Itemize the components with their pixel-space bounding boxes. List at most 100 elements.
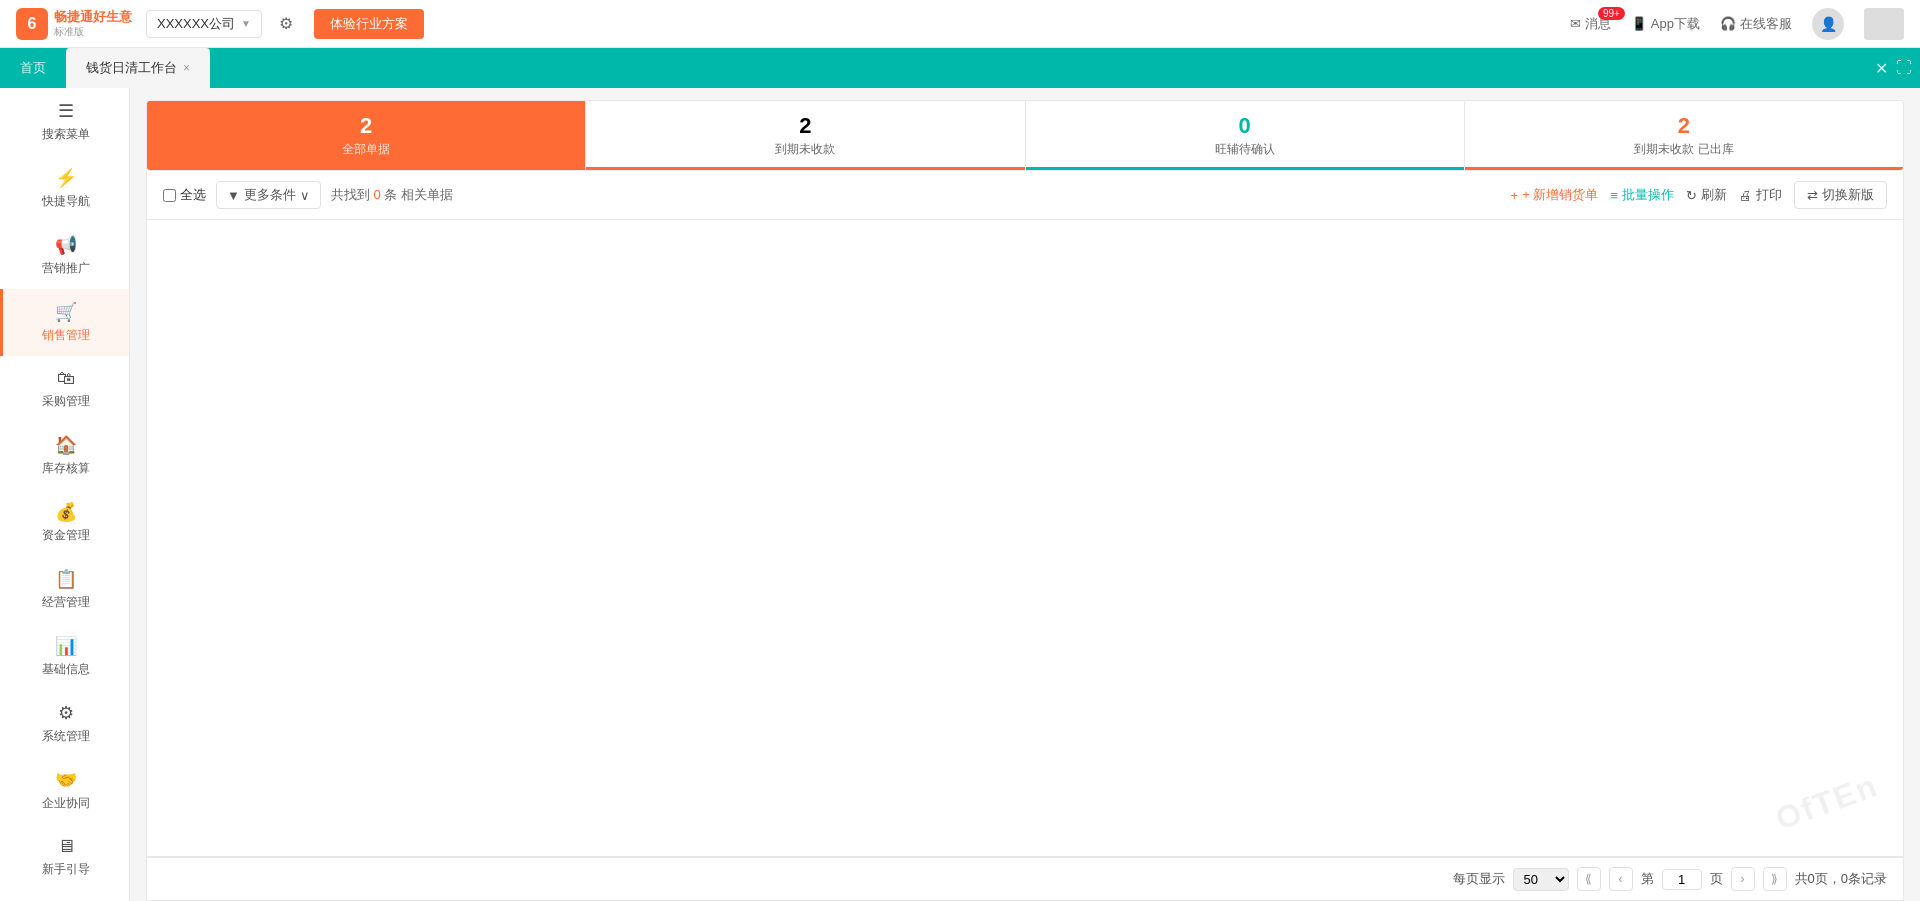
logo-main-text: 畅捷通好生意 [54, 9, 132, 26]
settings-icon[interactable]: ⚙ [270, 8, 302, 40]
sidebar-label-marketing: 营销推广 [42, 260, 90, 277]
logo-icon: 6 [16, 8, 48, 40]
select-all-input[interactable] [163, 189, 176, 202]
sidebar-item-sales[interactable]: 🛒 销售管理 [0, 289, 129, 356]
sidebar-item-enterprise-coop[interactable]: 🤝 企业协同 [0, 757, 129, 824]
online-service-label: 在线客服 [1740, 15, 1792, 33]
sidebar-label-enterprise-coop: 企业协同 [42, 795, 90, 812]
prev-page-button[interactable]: ‹ [1609, 867, 1633, 891]
stat-overdue-number: 2 [602, 113, 1008, 139]
basic-info-icon: 📊 [55, 635, 77, 657]
logo-sub-text: 标准版 [54, 25, 132, 38]
message-badge: 99+ [1598, 7, 1625, 20]
next-page-button[interactable]: › [1731, 867, 1755, 891]
sidebar: ☰ 搜索菜单 ⚡ 快捷导航 📢 营销推广 🛒 销售管理 🛍 采购管理 🏠 库存核… [0, 88, 130, 901]
message-icon: ✉ [1570, 16, 1581, 31]
per-page-label: 每页显示 [1453, 870, 1505, 888]
sidebar-item-finance[interactable]: 💰 资金管理 [0, 489, 129, 556]
sidebar-item-operations[interactable]: 📋 经营管理 [0, 556, 129, 623]
total-label: 共0页，0条记录 [1795, 870, 1887, 888]
add-order-icon: + [1511, 188, 1519, 203]
filter-icon: ▼ [227, 188, 240, 203]
stat-all-label: 全部单据 [163, 141, 569, 158]
sidebar-item-search-menu[interactable]: ☰ 搜索菜单 [0, 88, 129, 155]
first-page-button[interactable]: ⟪ [1577, 867, 1601, 891]
refresh-label: 刷新 [1701, 186, 1727, 204]
sidebar-item-quick-nav[interactable]: ⚡ 快捷导航 [0, 155, 129, 222]
sidebar-item-system[interactable]: ⚙ 系统管理 [0, 690, 129, 757]
sidebar-label-finance: 资金管理 [42, 527, 90, 544]
tab-window-controls: ✕ ⛶ [1875, 59, 1912, 78]
stat-card-overdue-shipped[interactable]: 2 到期未收款 已出库 [1465, 101, 1903, 170]
stat-card-pending[interactable]: 0 旺辅待确认 [1026, 101, 1465, 170]
sidebar-label-quick-nav: 快捷导航 [42, 193, 90, 210]
add-order-label: + 新增销货单 [1522, 186, 1598, 204]
print-icon: 🖨 [1739, 188, 1752, 203]
tab-home-label: 首页 [20, 59, 46, 77]
switch-version-button[interactable]: ⇄ 切换新版 [1794, 181, 1887, 209]
sidebar-label-basic-info: 基础信息 [42, 661, 90, 678]
switch-icon: ⇄ [1807, 188, 1818, 203]
stat-overdue-shipped-label: 到期未收款 已出库 [1481, 141, 1887, 158]
close-window-icon[interactable]: ✕ [1875, 59, 1888, 78]
filter-label: 更多条件 [244, 186, 296, 204]
sales-icon: 🛒 [55, 301, 77, 323]
sidebar-label-search-menu: 搜索菜单 [42, 126, 90, 143]
add-order-button[interactable]: + + 新增销货单 [1511, 186, 1599, 204]
top-header: 6 畅捷通好生意 标准版 XXXXXX公司 ▼ ⚙ 体验行业方案 ✉ 消息 99… [0, 0, 1920, 48]
tab-home[interactable]: 首页 [0, 48, 66, 88]
stat-card-all[interactable]: 2 全部单据 [147, 101, 586, 170]
app-download-label: App下载 [1651, 15, 1700, 33]
inventory-icon: 🏠 [55, 434, 77, 456]
app-download-icon: 📱 [1631, 16, 1647, 31]
found-text: 共找到 0 条 相关单据 [331, 186, 453, 204]
batch-operation-button[interactable]: ≡ 批量操作 [1610, 186, 1674, 204]
marketing-icon: 📢 [55, 234, 77, 256]
user-menu-expand[interactable] [1864, 8, 1904, 40]
page-input[interactable] [1662, 869, 1702, 890]
company-name: XXXXXX公司 [157, 15, 235, 33]
tab-bar: 首页 钱货日清工作台 × ✕ ⛶ [0, 48, 1920, 88]
search-menu-icon: ☰ [58, 100, 74, 122]
sidebar-item-basic-info[interactable]: 📊 基础信息 [0, 623, 129, 690]
toolbar-right: + + 新增销货单 ≡ 批量操作 ↻ 刷新 🖨 打印 ⇄ 切换新版 [1511, 181, 1887, 209]
online-service-icon: 🎧 [1720, 16, 1736, 31]
page-label: 第 [1641, 870, 1654, 888]
maximize-window-icon[interactable]: ⛶ [1896, 59, 1912, 77]
sidebar-item-inventory[interactable]: 🏠 库存核算 [0, 422, 129, 489]
per-page-select[interactable]: 50 10 20 100 [1513, 868, 1569, 891]
select-all-checkbox[interactable]: 全选 [163, 186, 206, 204]
toolbar: 全选 ▼ 更多条件 ∨ 共找到 0 条 相关单据 + + 新增销货单 [146, 171, 1904, 220]
company-selector[interactable]: XXXXXX公司 ▼ [146, 10, 262, 38]
sidebar-label-purchase: 采购管理 [42, 393, 90, 410]
last-page-button[interactable]: ⟫ [1763, 867, 1787, 891]
quick-nav-icon: ⚡ [55, 167, 77, 189]
sidebar-label-inventory: 库存核算 [42, 460, 90, 477]
refresh-icon: ↻ [1686, 188, 1697, 203]
filter-button[interactable]: ▼ 更多条件 ∨ [216, 181, 321, 209]
app-download-button[interactable]: 📱 App下载 [1631, 15, 1700, 33]
logo-area: 6 畅捷通好生意 标准版 [16, 8, 146, 40]
tab-close-icon[interactable]: × [183, 61, 190, 75]
batch-label: 批量操作 [1622, 186, 1674, 204]
refresh-button[interactable]: ↻ 刷新 [1686, 186, 1727, 204]
sidebar-item-app-center[interactable]: 📦 应用中心 [0, 890, 129, 901]
message-button[interactable]: ✉ 消息 99+ [1570, 15, 1611, 33]
print-button[interactable]: 🖨 打印 [1739, 186, 1782, 204]
trial-button[interactable]: 体验行业方案 [314, 9, 424, 39]
sidebar-item-marketing[interactable]: 📢 营销推广 [0, 222, 129, 289]
batch-icon: ≡ [1610, 188, 1618, 203]
enterprise-coop-icon: 🤝 [55, 769, 77, 791]
sidebar-label-new-guide: 新手引导 [42, 861, 90, 878]
tab-workbench[interactable]: 钱货日清工作台 × [66, 48, 210, 88]
stat-card-overdue[interactable]: 2 到期未收款 [586, 101, 1025, 170]
sidebar-label-system: 系统管理 [42, 728, 90, 745]
system-icon: ⚙ [58, 702, 74, 724]
online-service-button[interactable]: 🎧 在线客服 [1720, 15, 1792, 33]
sidebar-item-new-guide[interactable]: 🖥 新手引导 [0, 824, 129, 890]
avatar[interactable]: 👤 [1812, 8, 1844, 40]
new-guide-icon: 🖥 [57, 836, 75, 857]
stat-overdue-label: 到期未收款 [602, 141, 1008, 158]
sidebar-item-purchase[interactable]: 🛍 采购管理 [0, 356, 129, 422]
operations-icon: 📋 [55, 568, 77, 590]
